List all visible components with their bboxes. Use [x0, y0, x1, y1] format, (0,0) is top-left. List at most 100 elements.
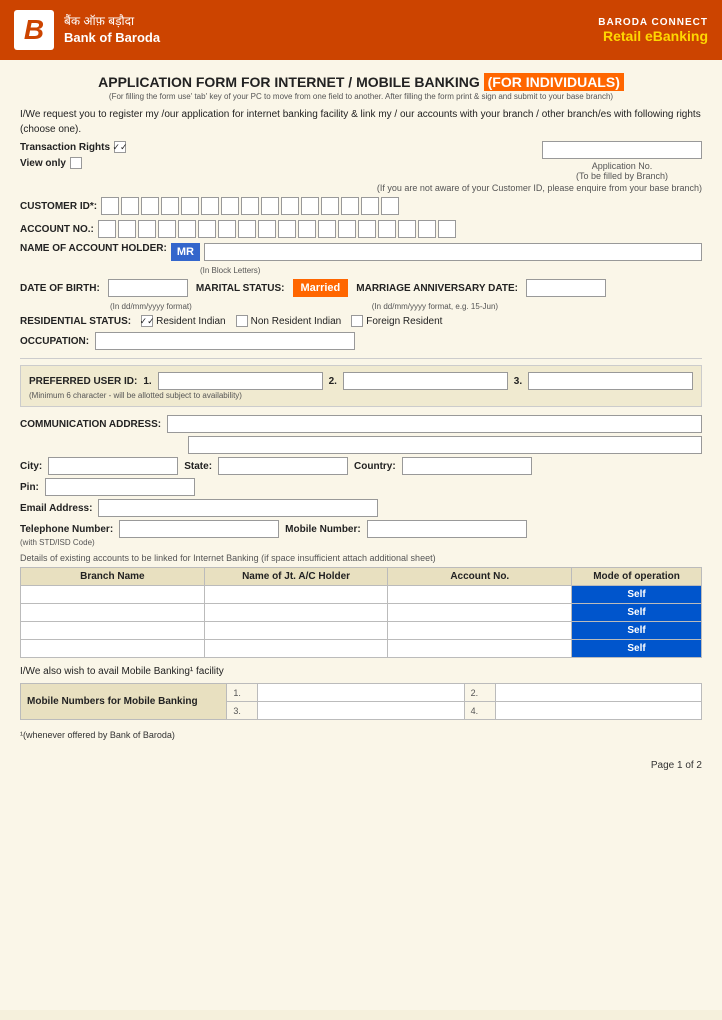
mobile-val-input-1[interactable]: [264, 687, 457, 698]
transaction-rights-checkbox[interactable]: ✓: [114, 141, 126, 153]
mobile-val-1[interactable]: [258, 684, 464, 702]
mobile-val-input-2[interactable]: [502, 687, 695, 698]
char-box-4[interactable]: [161, 197, 179, 215]
mode-4[interactable]: Self: [572, 640, 702, 658]
dob-input[interactable]: [108, 279, 188, 297]
acct-box-18[interactable]: [438, 220, 456, 238]
acct-box-12[interactable]: [318, 220, 336, 238]
char-box-14[interactable]: [361, 197, 379, 215]
acct-box-11[interactable]: [298, 220, 316, 238]
marriage-anniversary-label: MARRIAGE ANNIVERSARY DATE:: [356, 283, 518, 294]
acct-box-2[interactable]: [118, 220, 136, 238]
char-box-15[interactable]: [381, 197, 399, 215]
char-box-6[interactable]: [201, 197, 219, 215]
occupation-input[interactable]: [95, 332, 355, 350]
resident-indian-option[interactable]: ✓ Resident Indian: [141, 315, 226, 327]
acct-box-4[interactable]: [158, 220, 176, 238]
char-box-13[interactable]: [341, 197, 359, 215]
jt-holder-2[interactable]: [204, 604, 388, 622]
acct-box-8[interactable]: [238, 220, 256, 238]
acct-box-14[interactable]: [358, 220, 376, 238]
char-box-9[interactable]: [261, 197, 279, 215]
divider-1: [20, 358, 702, 359]
telephone-input[interactable]: [119, 520, 279, 538]
preferred-uid-input-2[interactable]: [343, 372, 508, 390]
acc-no-input-3[interactable]: [392, 625, 567, 636]
branch-4[interactable]: [21, 640, 205, 658]
jt-holder-input-4[interactable]: [209, 643, 384, 654]
acct-box-7[interactable]: [218, 220, 236, 238]
marital-status-value[interactable]: Married: [293, 279, 349, 297]
mobile-val-input-3[interactable]: [264, 705, 457, 716]
anniversary-input[interactable]: [526, 279, 606, 297]
acc-no-2[interactable]: [388, 604, 572, 622]
non-resident-option[interactable]: Non Resident Indian: [236, 315, 342, 327]
mobile-val-input-4[interactable]: [502, 705, 695, 716]
pin-input[interactable]: [45, 478, 195, 496]
acc-no-4[interactable]: [388, 640, 572, 658]
mode-1[interactable]: Self: [572, 586, 702, 604]
baroda-connect: BARODA CONNECT Retail eBanking: [598, 17, 708, 44]
resident-indian-checkbox[interactable]: ✓: [141, 315, 153, 327]
acct-box-9[interactable]: [258, 220, 276, 238]
acct-box-3[interactable]: [138, 220, 156, 238]
branch-input-1[interactable]: [25, 589, 200, 600]
char-box-2[interactable]: [121, 197, 139, 215]
preferred-uid-num1: 1.: [143, 376, 151, 387]
name-input[interactable]: [204, 243, 702, 261]
accounts-table: Branch Name Name of Jt. A/C Holder Accou…: [20, 567, 702, 658]
non-resident-checkbox[interactable]: [236, 315, 248, 327]
mobile-val-2[interactable]: [495, 684, 701, 702]
jt-holder-input-1[interactable]: [209, 589, 384, 600]
char-box-1[interactable]: [101, 197, 119, 215]
foreign-resident-option[interactable]: Foreign Resident: [351, 315, 442, 327]
acc-no-3[interactable]: [388, 622, 572, 640]
jt-holder-input-3[interactable]: [209, 625, 384, 636]
acct-box-15[interactable]: [378, 220, 396, 238]
branch-1[interactable]: [21, 586, 205, 604]
acc-no-input-2[interactable]: [392, 607, 567, 618]
jt-holder-4[interactable]: [204, 640, 388, 658]
mobile-val-4[interactable]: [495, 702, 701, 720]
acc-no-input-4[interactable]: [392, 643, 567, 654]
jt-holder-input-2[interactable]: [209, 607, 384, 618]
acct-box-6[interactable]: [198, 220, 216, 238]
char-box-11[interactable]: [301, 197, 319, 215]
char-box-5[interactable]: [181, 197, 199, 215]
app-no-input[interactable]: [542, 141, 702, 159]
branch-3[interactable]: [21, 622, 205, 640]
char-box-12[interactable]: [321, 197, 339, 215]
mode-3[interactable]: Self: [572, 622, 702, 640]
jt-holder-1[interactable]: [204, 586, 388, 604]
jt-holder-3[interactable]: [204, 622, 388, 640]
acc-no-input-1[interactable]: [392, 589, 567, 600]
mode-2[interactable]: Self: [572, 604, 702, 622]
branch-2[interactable]: [21, 604, 205, 622]
char-box-10[interactable]: [281, 197, 299, 215]
acct-box-10[interactable]: [278, 220, 296, 238]
email-input[interactable]: [98, 499, 378, 517]
acct-box-13[interactable]: [338, 220, 356, 238]
acct-box-17[interactable]: [418, 220, 436, 238]
preferred-uid-input-1[interactable]: [158, 372, 323, 390]
char-box-7[interactable]: [221, 197, 239, 215]
mobile-val-3[interactable]: [258, 702, 464, 720]
view-only-checkbox[interactable]: [70, 157, 82, 169]
foreign-resident-checkbox[interactable]: [351, 315, 363, 327]
preferred-uid-input-3[interactable]: [528, 372, 693, 390]
branch-input-4[interactable]: [25, 643, 200, 654]
country-input[interactable]: [402, 457, 532, 475]
city-input[interactable]: [48, 457, 178, 475]
acc-no-1[interactable]: [388, 586, 572, 604]
branch-input-2[interactable]: [25, 607, 200, 618]
comm-address-input-1[interactable]: [167, 415, 702, 433]
comm-address-input-2[interactable]: [188, 436, 702, 454]
mobile-input[interactable]: [367, 520, 527, 538]
char-box-8[interactable]: [241, 197, 259, 215]
char-box-3[interactable]: [141, 197, 159, 215]
branch-input-3[interactable]: [25, 625, 200, 636]
state-input[interactable]: [218, 457, 348, 475]
acct-box-16[interactable]: [398, 220, 416, 238]
acct-box-1[interactable]: [98, 220, 116, 238]
acct-box-5[interactable]: [178, 220, 196, 238]
